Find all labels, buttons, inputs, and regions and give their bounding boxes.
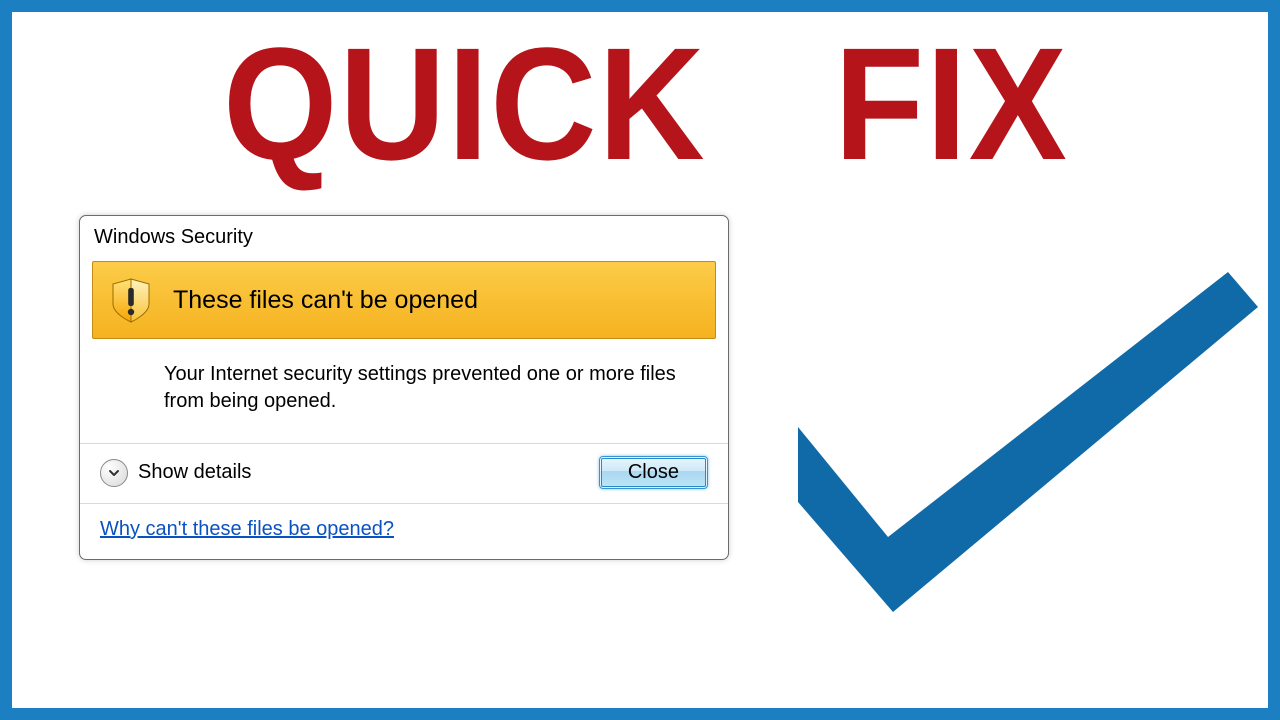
help-link-row: Why can't these files be opened? — [80, 504, 728, 559]
dialog-title: Windows Security — [80, 216, 728, 261]
warning-banner: These files can't be opened — [92, 261, 716, 339]
chevron-down-icon — [100, 459, 128, 487]
checkmark-icon — [798, 272, 1258, 617]
close-button[interactable]: Close — [599, 456, 708, 489]
help-link[interactable]: Why can't these files be opened? — [100, 518, 394, 540]
shield-warning-icon — [107, 276, 155, 324]
headline: QUICK FIX — [12, 24, 1268, 184]
dialog-body-text: Your Internet security settings prevente… — [80, 339, 728, 443]
headline-word-fix: FIX — [834, 24, 1069, 184]
thumbnail-frame: QUICK FIX Windows Security — [0, 0, 1280, 720]
headline-word-quick: QUICK — [223, 24, 707, 184]
warning-heading: These files can't be opened — [173, 286, 478, 315]
windows-security-dialog: Windows Security — [79, 215, 729, 560]
show-details-label: Show details — [138, 461, 251, 484]
show-details-toggle[interactable]: Show details — [100, 459, 251, 487]
details-row: Show details Close — [80, 443, 728, 504]
